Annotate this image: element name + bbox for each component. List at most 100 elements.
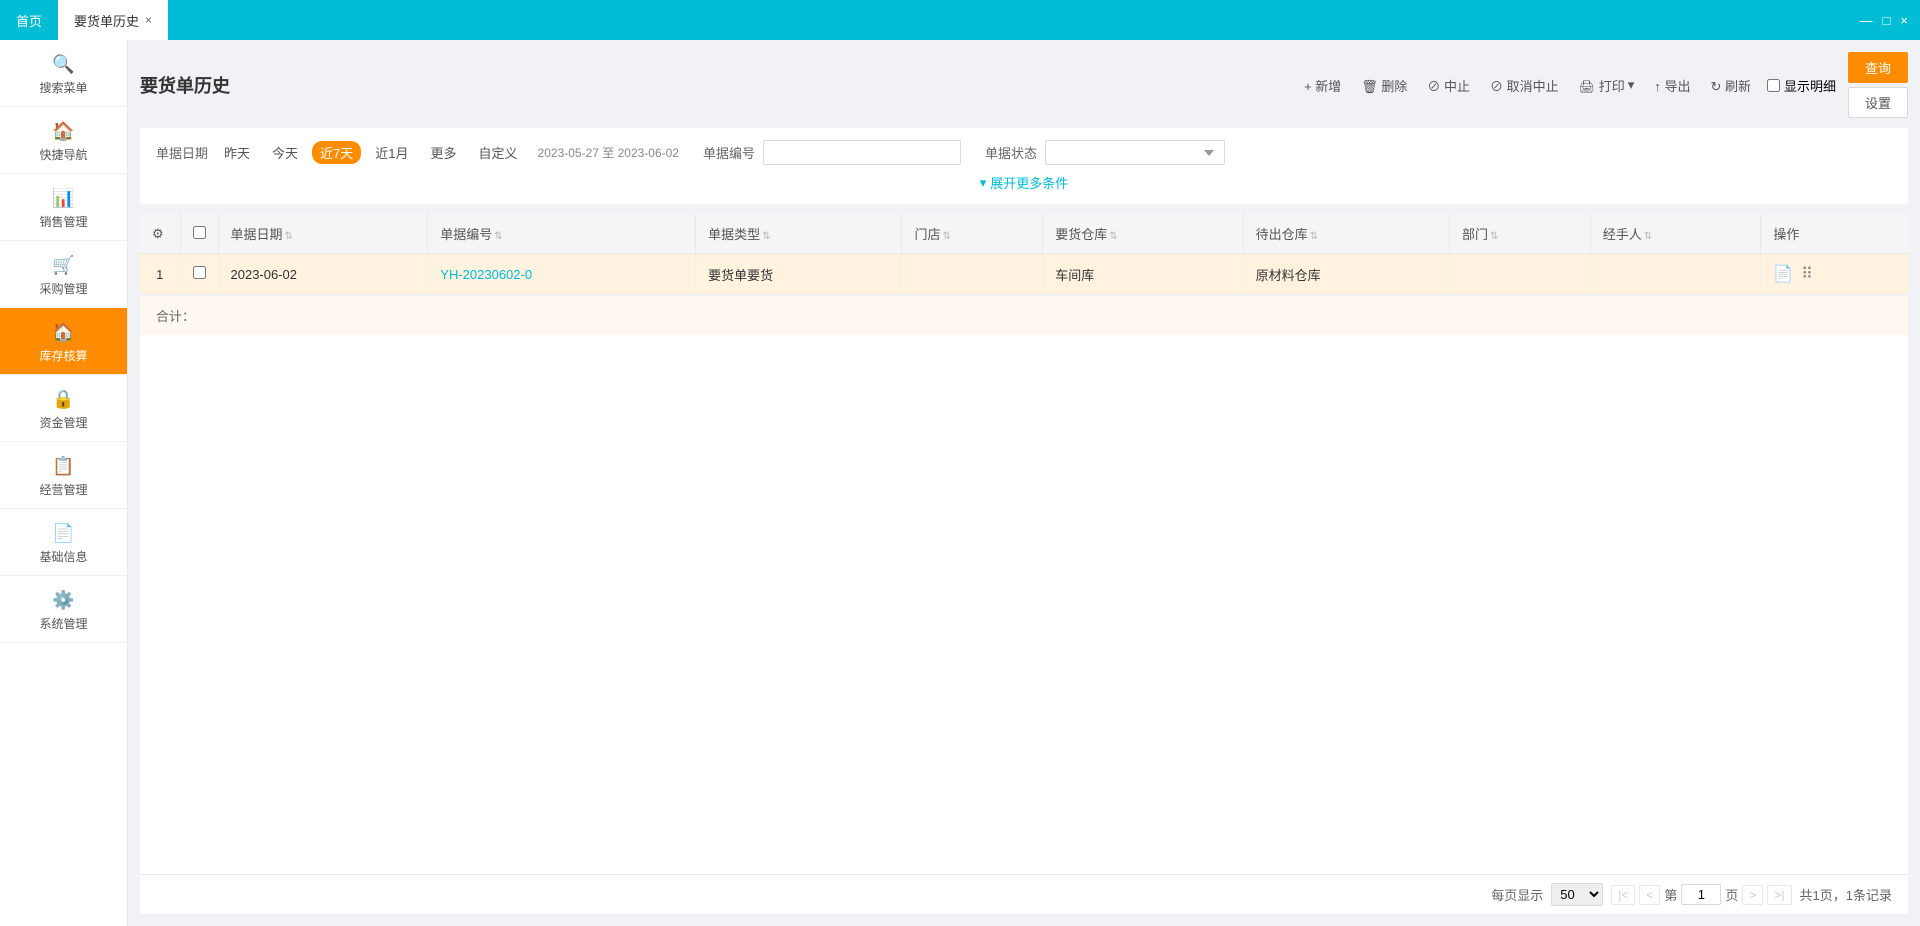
sidebar-item-search-menu[interactable]: 🔍 搜索菜单 [0, 40, 127, 107]
col-req-warehouse[interactable]: 要货仓库⇅ [1043, 214, 1243, 254]
row-checkbox[interactable] [193, 266, 206, 279]
col-date[interactable]: 单据日期⇅ [218, 214, 428, 254]
col-type[interactable]: 单据类型⇅ [696, 214, 902, 254]
query-button[interactable]: 查询 [1848, 52, 1908, 83]
col-department[interactable]: 部门⇅ [1449, 214, 1590, 254]
sidebar-item-finance[interactable]: 🔒 资金管理 [0, 375, 127, 442]
new-label: + 新增 [1304, 76, 1341, 95]
row-edit-icon[interactable]: 📄 [1773, 264, 1793, 284]
delete-button[interactable]: 🗑 删除 [1357, 72, 1411, 99]
order-no-input[interactable] [763, 140, 961, 165]
prev-page-button[interactable]: < [1639, 885, 1660, 905]
finance-icon: 🔒 [52, 389, 74, 410]
main-layout: 🔍 搜索菜单 🏠 快捷导航 📊 销售管理 🛒 采购管理 🏠 库存核算 🔒 资金管… [0, 40, 1920, 926]
window-controls: — □ × [1860, 13, 1920, 28]
date-opt-7days[interactable]: 近7天 [312, 141, 361, 164]
col-pending-warehouse[interactable]: 待出仓库⇅ [1243, 214, 1449, 254]
expand-more-button[interactable]: ▾ 展开更多条件 [156, 173, 1892, 192]
sort-handler-icon: ⇅ [1644, 231, 1652, 242]
quick-nav-icon: 🏠 [52, 121, 74, 142]
date-opt-today[interactable]: 今天 [264, 141, 306, 164]
date-opt-yesterday[interactable]: 昨天 [216, 141, 258, 164]
operations-icon: 📋 [52, 456, 74, 477]
total-info: 共1页，1条记录 [1800, 885, 1892, 904]
col-store[interactable]: 门店⇅ [902, 214, 1043, 254]
tab-home[interactable]: 首页 [0, 0, 58, 40]
row-no-link[interactable]: YH-20230602-0 [440, 267, 532, 282]
row-actions: 📄 ⠿ [1761, 254, 1908, 295]
row-checkbox-cell [180, 254, 218, 295]
data-table: ⚙ 单据日期⇅ 单据编号⇅ 单据类型⇅ [140, 214, 1908, 295]
col-operation: 操作 [1761, 214, 1908, 254]
export-button[interactable]: ↑ 导出 [1650, 72, 1694, 99]
minimize-button[interactable]: — [1860, 13, 1873, 28]
date-opt-more[interactable]: 更多 [423, 141, 465, 164]
tab-requisition-history[interactable]: 要货单历史 × [58, 0, 168, 40]
sort-pending-icon: ⇅ [1310, 231, 1318, 242]
sidebar-item-inventory[interactable]: 🏠 库存核算 [0, 308, 127, 375]
filter-status-group: 单据状态 [985, 140, 1225, 165]
sidebar-item-sales[interactable]: 📊 销售管理 [0, 174, 127, 241]
tab-close-icon[interactable]: × [145, 13, 152, 27]
col-settings[interactable]: ⚙ [140, 214, 180, 254]
display-detail-checkbox[interactable] [1767, 79, 1780, 92]
filter-panel: 单据日期 昨天 今天 近7天 近1月 更多 自定义 2023-05-27 至 2… [140, 128, 1908, 204]
sales-icon: 📊 [52, 188, 74, 209]
date-options: 昨天 今天 近7天 近1月 更多 自定义 [216, 141, 526, 164]
maximize-button[interactable]: □ [1883, 13, 1891, 28]
action-icons-group: 📄 ⠿ [1773, 264, 1896, 284]
sidebar-item-finance-label: 资金管理 [39, 414, 87, 431]
settings-button[interactable]: 设置 [1848, 87, 1908, 118]
page-label: 第 [1664, 885, 1677, 904]
date-range-display: 2023-05-27 至 2023-06-02 [538, 144, 679, 161]
row-department [1449, 254, 1590, 295]
sidebar-item-basic-info[interactable]: 📄 基础信息 [0, 509, 127, 576]
delete-label: 🗑 删除 [1361, 76, 1407, 95]
cancel-stop-label: ⊘ 取消中止 [1490, 76, 1559, 95]
table-footer: 合计： [140, 295, 1908, 335]
page-label-end: 页 [1725, 885, 1738, 904]
status-select[interactable] [1045, 140, 1225, 165]
next-page-button[interactable]: > [1742, 885, 1763, 905]
row-more-icon[interactable]: ⠿ [1801, 264, 1813, 284]
filter-date-group: 单据日期 昨天 今天 近7天 近1月 更多 自定义 2023-05-27 至 2… [156, 141, 679, 164]
date-filter-label: 单据日期 [156, 143, 208, 162]
page-title: 要货单历史 [140, 72, 1300, 98]
cancel-stop-button[interactable]: ⊘ 取消中止 [1486, 72, 1563, 99]
sidebar-item-basic-label: 基础信息 [39, 548, 87, 565]
sidebar-item-system[interactable]: ⚙️ 系统管理 [0, 576, 127, 643]
sidebar-item-operations[interactable]: 📋 经营管理 [0, 442, 127, 509]
content-area: 要货单历史 + 新增 🗑 删除 ⊘ 中止 ⊘ 取消中止 🖨 打印 ▾ [128, 40, 1920, 926]
sort-date-icon: ⇅ [285, 231, 293, 242]
stop-label: ⊘ 中止 [1427, 76, 1470, 95]
print-button[interactable]: 🖨 打印 ▾ [1575, 72, 1639, 99]
page-size-select[interactable]: 20 50 100 200 [1551, 883, 1603, 906]
page-nav: |< < 第 页 > >| [1611, 884, 1791, 905]
sidebar-item-purchase[interactable]: 🛒 采购管理 [0, 241, 127, 308]
date-opt-custom[interactable]: 自定义 [471, 141, 526, 164]
sidebar-item-purchase-label: 采购管理 [39, 280, 87, 297]
select-all-checkbox[interactable] [193, 226, 206, 239]
display-detail-checkbox-group[interactable]: 显示明细 [1767, 76, 1836, 95]
sidebar-item-sales-label: 销售管理 [39, 213, 87, 230]
basic-info-icon: 📄 [52, 523, 74, 544]
print-dropdown-icon: ▾ [1628, 77, 1635, 93]
new-button[interactable]: + 新增 [1300, 72, 1345, 99]
col-no[interactable]: 单据编号⇅ [428, 214, 696, 254]
inventory-icon: 🏠 [52, 322, 74, 343]
tab-home-label: 首页 [16, 11, 42, 30]
row-no: YH-20230602-0 [428, 254, 696, 295]
refresh-label: ↻ 刷新 [1710, 76, 1751, 95]
stop-button[interactable]: ⊘ 中止 [1423, 72, 1474, 99]
search-menu-icon: 🔍 [52, 54, 74, 75]
last-page-button[interactable]: >| [1767, 885, 1791, 905]
system-icon: ⚙️ [52, 590, 74, 611]
close-button[interactable]: × [1900, 13, 1908, 28]
col-handler[interactable]: 经手人⇅ [1590, 214, 1761, 254]
first-page-button[interactable]: |< [1611, 885, 1635, 905]
sidebar-item-quick-nav[interactable]: 🏠 快捷导航 [0, 107, 127, 174]
sort-store-icon: ⇅ [942, 231, 950, 242]
refresh-button[interactable]: ↻ 刷新 [1706, 72, 1755, 99]
date-opt-1month[interactable]: 近1月 [367, 141, 416, 164]
current-page-input[interactable] [1681, 884, 1721, 905]
